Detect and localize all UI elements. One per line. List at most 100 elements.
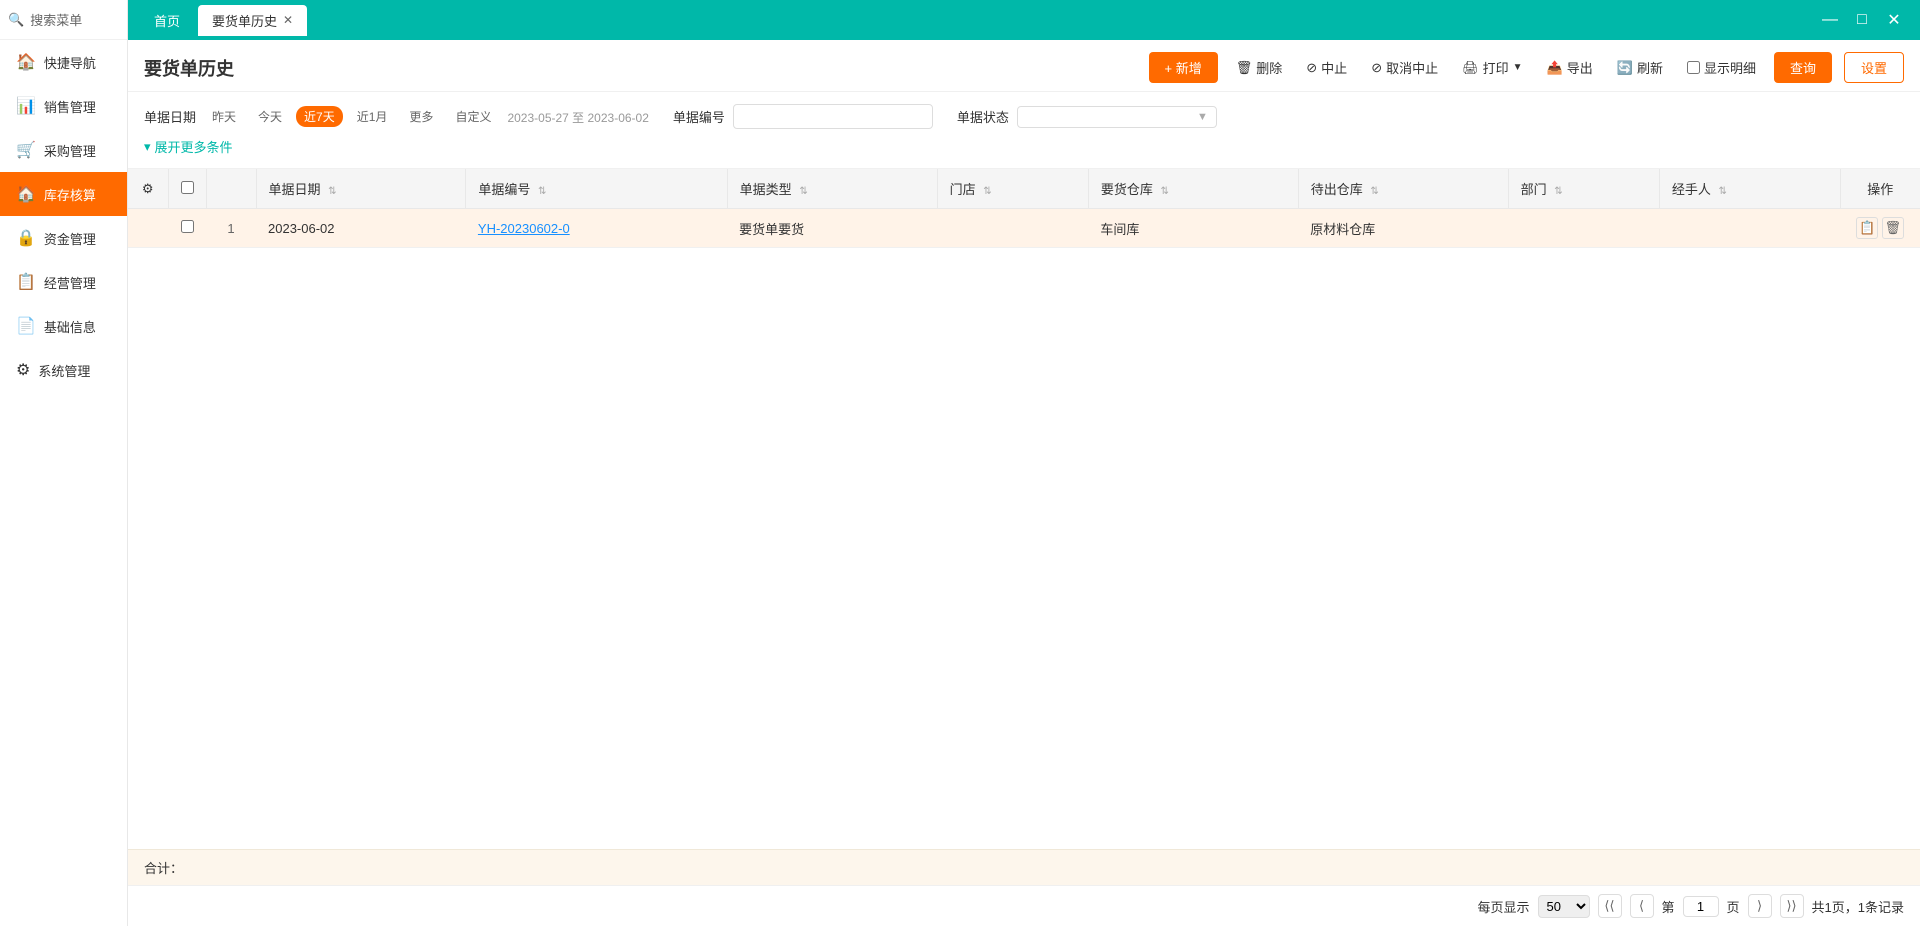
sort-icon-department: ⇅: [1554, 186, 1562, 197]
first-page-button[interactable]: ⟨⟨: [1598, 894, 1622, 918]
page-size-label: 每页显示: [1477, 897, 1529, 916]
table-header-row: ⚙ 单据日期 ⇅ 单据编号 ⇅: [128, 169, 1920, 209]
cancel-stop-button[interactable]: ⊘ 取消中止: [1365, 54, 1444, 81]
row-department: [1508, 209, 1659, 248]
date-btn-yesterday[interactable]: 昨天: [204, 106, 244, 127]
query-button[interactable]: 查询: [1774, 52, 1832, 83]
maximize-button[interactable]: □: [1848, 6, 1876, 34]
show-detail-checkbox[interactable]: [1687, 61, 1700, 74]
topbar: 首页 要货单历史 ✕ — □ ✕: [128, 0, 1920, 40]
sidebar-item-purchase-mgmt[interactable]: 🛒 采购管理: [0, 128, 127, 172]
col-order-no[interactable]: 单据编号 ⇅: [466, 169, 727, 209]
sort-icon-order-no: ⇅: [538, 186, 546, 197]
inventory-icon: 🏠: [16, 184, 36, 204]
sidebar-search[interactable]: 🔍 搜索菜单: [0, 0, 127, 40]
col-num: [206, 169, 256, 209]
close-button[interactable]: ✕: [1880, 6, 1908, 34]
refresh-button[interactable]: 🔄 刷新: [1611, 54, 1669, 81]
tab-home[interactable]: 首页: [140, 5, 194, 36]
sidebar-item-system-mgmt[interactable]: ⚙ 系统管理: [0, 348, 127, 392]
row-order-no[interactable]: YH-20230602-0: [466, 209, 727, 248]
sort-icon-store: ⇅: [983, 186, 991, 197]
stop-button[interactable]: ⊘ 中止: [1300, 54, 1353, 81]
cancel-stop-icon: ⊘: [1371, 60, 1382, 76]
prev-page-button[interactable]: ⟨: [1630, 894, 1654, 918]
sidebar-search-label: 搜索菜单: [30, 10, 82, 29]
show-detail-toggle[interactable]: 显示明细: [1681, 54, 1762, 81]
col-store[interactable]: 门店 ⇅: [937, 169, 1088, 209]
date-range-display: 2023-05-27 至 2023-06-02: [507, 109, 648, 126]
col-date[interactable]: 单据日期 ⇅: [256, 169, 466, 209]
status-select[interactable]: ▼: [1017, 106, 1217, 128]
sidebar-item-quick-nav[interactable]: 🏠 快捷导航: [0, 40, 127, 84]
chevron-down-icon: ▼: [1513, 62, 1523, 73]
tab-close-icon[interactable]: ✕: [283, 13, 293, 27]
sidebar-item-inventory-mgmt[interactable]: 🏠 库存核算: [0, 172, 127, 216]
date-btn-today[interactable]: 今天: [250, 106, 290, 127]
row-edit-icon[interactable]: 📋: [1856, 217, 1878, 239]
delete-button[interactable]: 🗑 删除: [1230, 54, 1289, 81]
new-button[interactable]: + 新增: [1149, 52, 1218, 83]
row-delete-icon[interactable]: 🗑: [1882, 217, 1904, 239]
sidebar-item-sales-mgmt[interactable]: 📊 销售管理: [0, 84, 127, 128]
row-num: 1: [206, 209, 256, 248]
tab-requisition-history-label: 要货单历史: [212, 11, 277, 30]
sidebar-item-label: 经营管理: [44, 273, 96, 292]
sort-icon-pending-warehouse: ⇅: [1370, 186, 1378, 197]
row-actions: 📋 🗑: [1840, 209, 1920, 248]
content-area: 要货单历史 + 新增 🗑 删除 ⊘ 中止 ⊘ 取消中止 🖨 打印: [128, 40, 1920, 926]
col-department[interactable]: 部门 ⇅: [1508, 169, 1659, 209]
print-button[interactable]: 🖨 打印 ▼: [1456, 54, 1528, 81]
status-label: 单据状态: [957, 107, 1009, 126]
row-checkbox[interactable]: [168, 209, 206, 248]
sidebar-item-operations-mgmt[interactable]: 📋 经营管理: [0, 260, 127, 304]
col-pending-warehouse[interactable]: 待出仓库 ⇅: [1298, 169, 1508, 209]
sort-icon-date: ⇅: [328, 186, 336, 197]
stop-icon: ⊘: [1306, 60, 1317, 76]
sidebar-item-basic-info[interactable]: 📄 基础信息: [0, 304, 127, 348]
export-button[interactable]: 📤 导出: [1541, 54, 1599, 81]
col-handler[interactable]: 经手人 ⇅: [1659, 169, 1840, 209]
status-filter: 单据状态 ▼: [957, 106, 1217, 128]
col-checkbox[interactable]: [168, 169, 206, 209]
order-no-label: 单据编号: [673, 107, 725, 126]
page-number-input[interactable]: 1: [1683, 896, 1719, 917]
date-btn-custom[interactable]: 自定义: [447, 106, 499, 127]
chevron-down-icon: ▼: [1197, 111, 1208, 123]
settings-button[interactable]: 设置: [1844, 52, 1904, 83]
select-all-checkbox[interactable]: [181, 181, 194, 194]
col-gear[interactable]: ⚙: [128, 169, 168, 209]
page-label: 第: [1662, 897, 1675, 916]
sidebar-item-label: 系统管理: [38, 361, 90, 380]
date-filter: 单据日期 昨天 今天 近7天 近1月 更多 自定义 2023-05-27 至 2…: [144, 106, 649, 127]
date-btn-last7days[interactable]: 近7天: [296, 106, 343, 127]
chevron-down-icon: ▾: [144, 139, 151, 155]
operations-icon: 📋: [16, 272, 36, 292]
filter-row: 单据日期 昨天 今天 近7天 近1月 更多 自定义 2023-05-27 至 2…: [144, 104, 1904, 129]
next-page-button[interactable]: ⟩: [1748, 894, 1772, 918]
table-row[interactable]: 1 2023-06-02 YH-20230602-0 要货单要货 车间库 原材料…: [128, 209, 1920, 248]
col-req-warehouse[interactable]: 要货仓库 ⇅: [1088, 169, 1298, 209]
doc-icon: 📄: [16, 316, 36, 336]
sidebar-item-label: 采购管理: [44, 141, 96, 160]
expand-conditions-btn[interactable]: ▾ 展开更多条件: [144, 137, 1904, 156]
sidebar-item-label: 销售管理: [44, 97, 96, 116]
sort-icon-req-warehouse: ⇅: [1160, 186, 1168, 197]
date-btn-more[interactable]: 更多: [401, 106, 441, 127]
refresh-icon: 🔄: [1617, 60, 1633, 76]
minimize-button[interactable]: —: [1816, 6, 1844, 34]
col-order-type[interactable]: 单据类型 ⇅: [727, 169, 937, 209]
date-shortcuts: 昨天 今天 近7天 近1月 更多 自定义: [204, 106, 499, 127]
last-page-button[interactable]: ⟩⟩: [1780, 894, 1804, 918]
sort-icon-order-type: ⇅: [799, 186, 807, 197]
filter-area: 单据日期 昨天 今天 近7天 近1月 更多 自定义 2023-05-27 至 2…: [128, 92, 1920, 169]
page-size-select[interactable]: 50 10 20 100: [1538, 895, 1590, 918]
gear-icon: ⚙: [16, 360, 30, 380]
order-no-input[interactable]: [733, 104, 933, 129]
sidebar-item-finance-mgmt[interactable]: 🔒 资金管理: [0, 216, 127, 260]
date-btn-last-month[interactable]: 近1月: [349, 106, 396, 127]
export-icon: 📤: [1547, 60, 1563, 76]
expand-label: 展开更多条件: [155, 137, 233, 156]
tab-requisition-history[interactable]: 要货单历史 ✕: [198, 5, 307, 36]
sidebar-item-label: 基础信息: [44, 317, 96, 336]
